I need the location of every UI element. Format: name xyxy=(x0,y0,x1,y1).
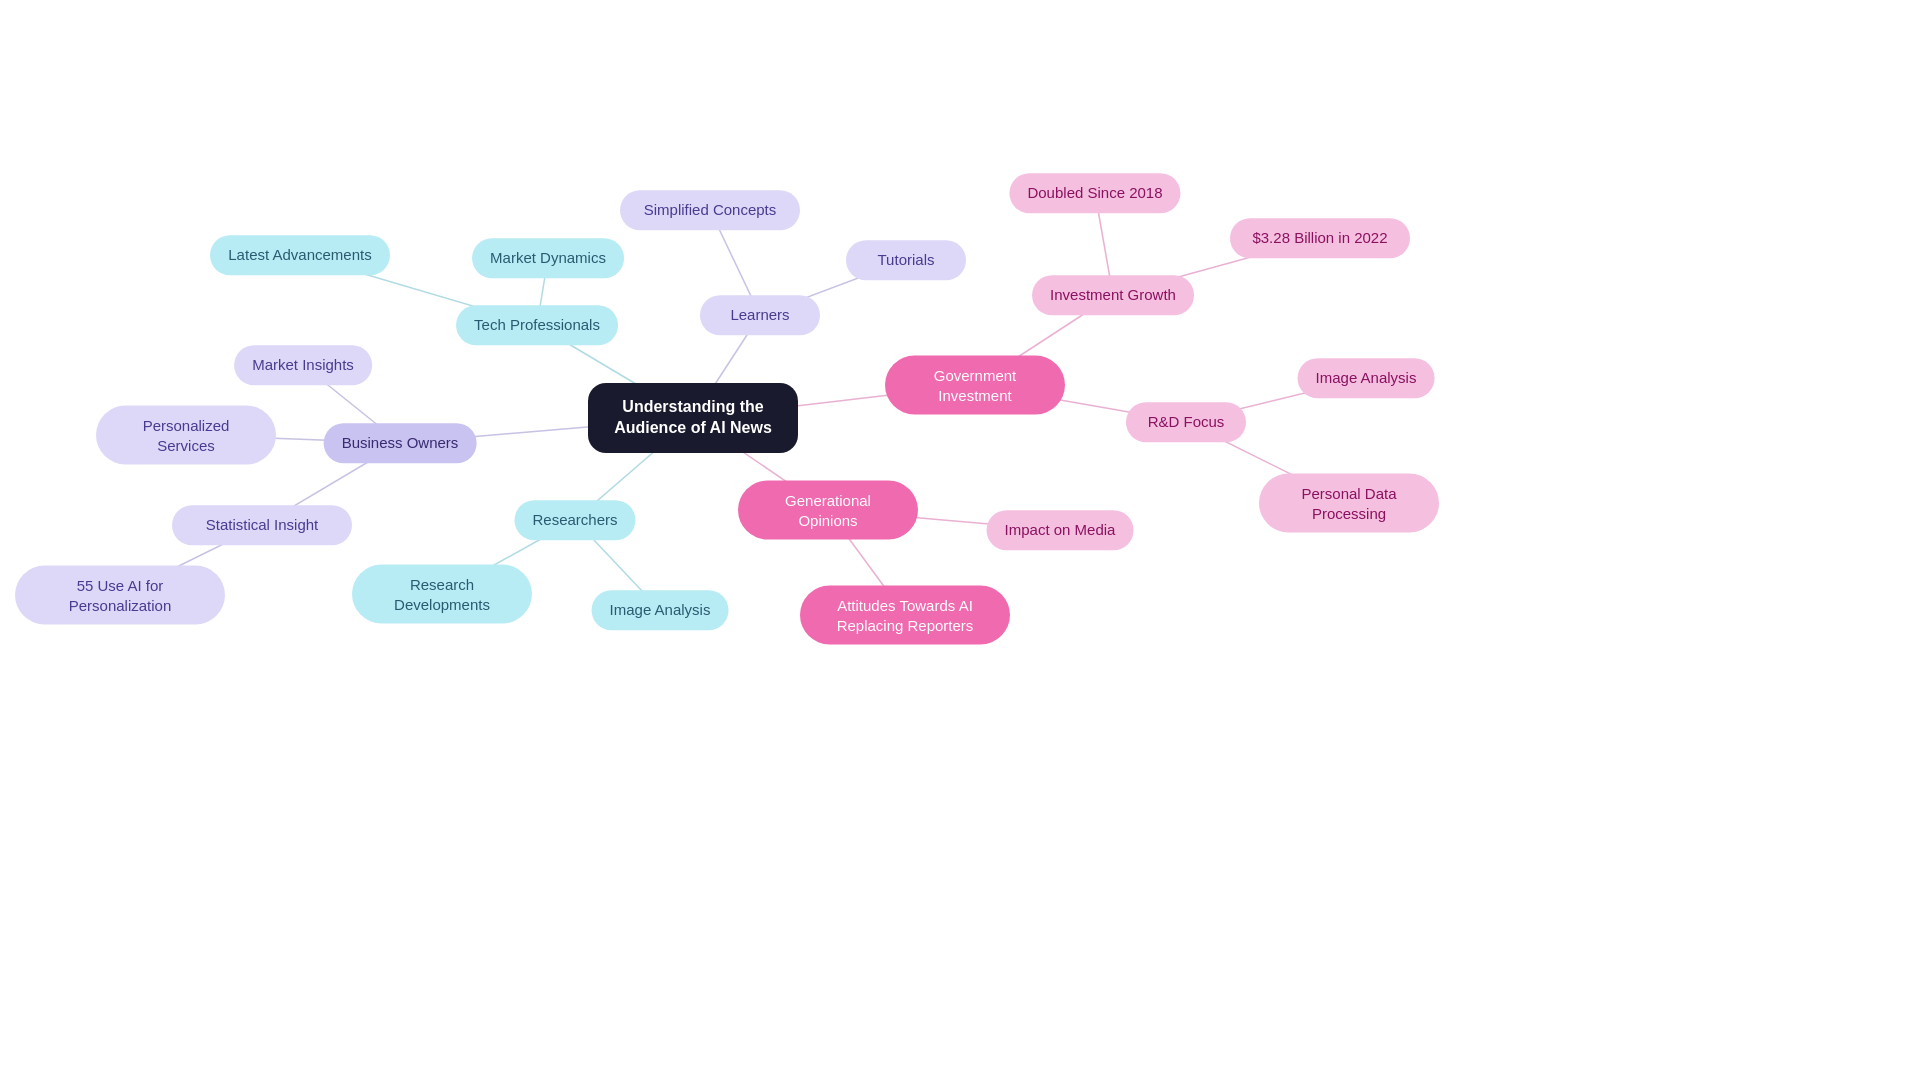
node-imageAnalysisResearchers[interactable]: Image Analysis xyxy=(592,590,729,630)
node-center[interactable]: Understanding the Audience of AI News xyxy=(588,383,798,453)
node-governmentInvestment[interactable]: Government Investment xyxy=(885,356,1065,415)
node-businessOwners[interactable]: Business Owners xyxy=(324,423,477,463)
node-learners[interactable]: Learners xyxy=(700,295,820,335)
node-generationalOpinions[interactable]: Generational Opinions xyxy=(738,481,918,540)
node-55UseAI[interactable]: 55 Use AI for Personalization xyxy=(15,566,225,625)
node-marketInsights[interactable]: Market Insights xyxy=(234,345,372,385)
node-rdFocus[interactable]: R&D Focus xyxy=(1126,402,1246,442)
node-tutorials[interactable]: Tutorials xyxy=(846,240,966,280)
node-attitudesTowardsAI[interactable]: Attitudes Towards AI Replacing Reporters xyxy=(800,586,1010,645)
node-latestAdvancements[interactable]: Latest Advancements xyxy=(210,235,390,275)
node-impactOnMedia[interactable]: Impact on Media xyxy=(987,510,1134,550)
node-techProfessionals[interactable]: Tech Professionals xyxy=(456,305,618,345)
node-personalDataProcessing[interactable]: Personal Data Processing xyxy=(1259,474,1439,533)
node-imageAnalysisRD[interactable]: Image Analysis xyxy=(1298,358,1435,398)
node-investmentGrowth[interactable]: Investment Growth xyxy=(1032,275,1194,315)
node-personalizedServices[interactable]: Personalized Services xyxy=(96,406,276,465)
node-328Billion[interactable]: $3.28 Billion in 2022 xyxy=(1230,218,1410,258)
mindmap-container: Understanding the Audience of AI News Tec… xyxy=(0,0,1920,1083)
node-researchers[interactable]: Researchers xyxy=(514,500,635,540)
node-marketDynamics[interactable]: Market Dynamics xyxy=(472,238,624,278)
node-researchDevelopments[interactable]: Research Developments xyxy=(352,565,532,624)
node-statisticalInsight[interactable]: Statistical Insight xyxy=(172,505,352,545)
node-simplifiedConcepts[interactable]: Simplified Concepts xyxy=(620,190,800,230)
node-doubledSince2018[interactable]: Doubled Since 2018 xyxy=(1009,173,1180,213)
